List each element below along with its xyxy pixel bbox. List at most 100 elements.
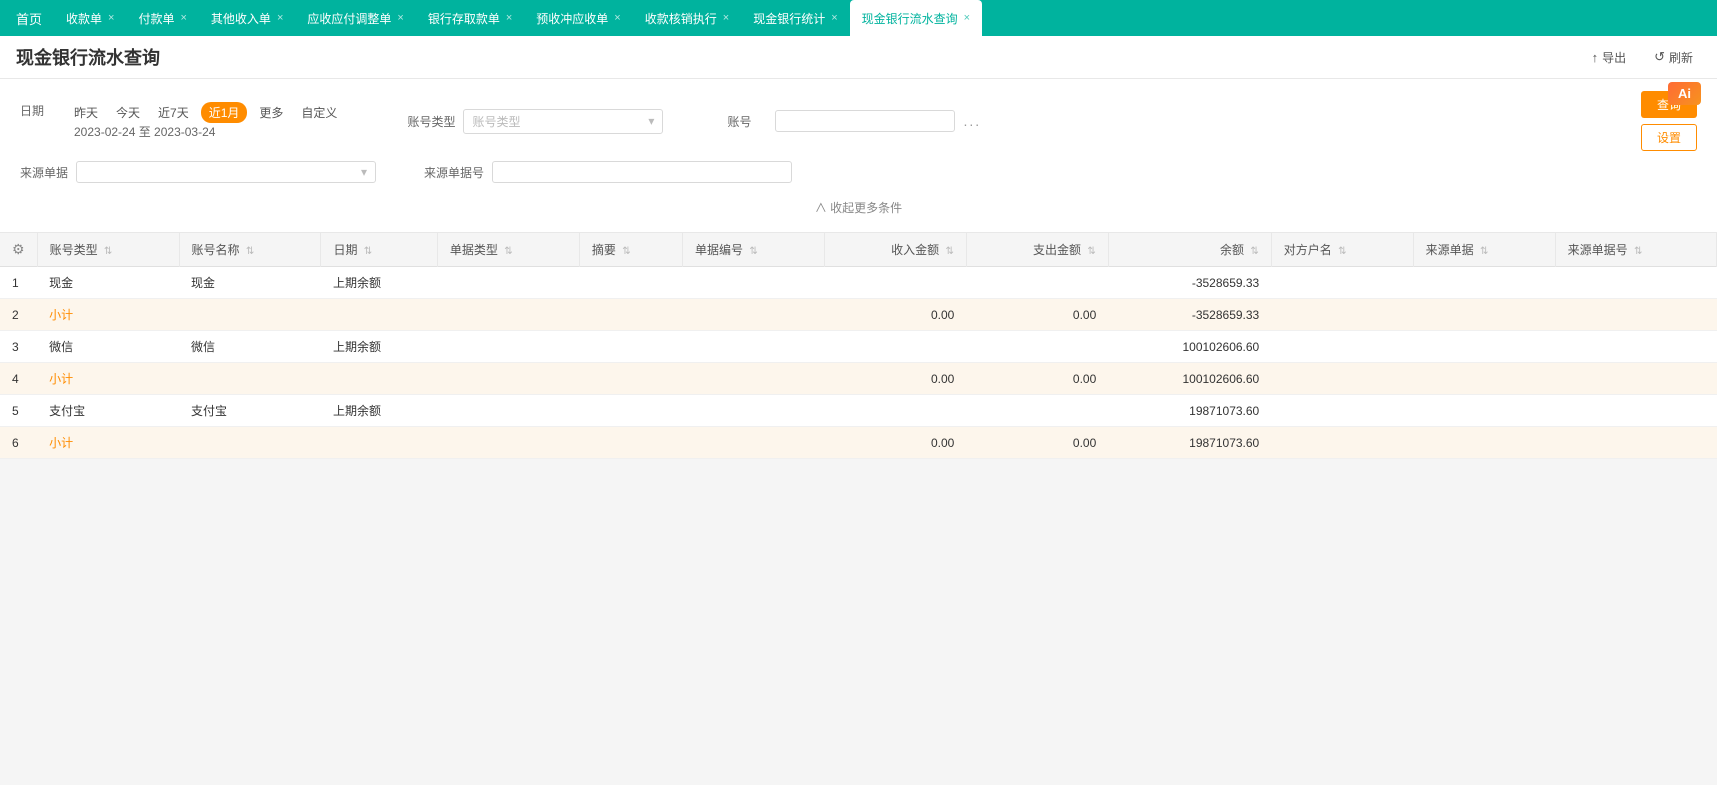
close-icon[interactable]: ×	[277, 12, 283, 24]
table-row: 3微信微信上期余额100102606.60	[0, 331, 1717, 363]
col-source-doc[interactable]: 来源单据 ⇅	[1413, 233, 1555, 267]
table-cell: 现金	[37, 267, 179, 299]
col-counterpart[interactable]: 对方户名 ⇅	[1271, 233, 1413, 267]
nav-item-receipt[interactable]: 收款单 ×	[54, 0, 126, 36]
source-doc-select[interactable]: ▾	[76, 161, 376, 183]
data-table: ⚙ 账号类型 ⇅ 账号名称 ⇅ 日期 ⇅ 单据类型 ⇅	[0, 233, 1717, 459]
col-account-name[interactable]: 账号名称 ⇅	[179, 233, 321, 267]
table-cell	[179, 299, 321, 331]
close-icon[interactable]: ×	[964, 12, 970, 24]
ellipsis-button[interactable]: ...	[963, 113, 981, 129]
account-group: 账号 ...	[727, 110, 981, 132]
nav-item-bank-deposit[interactable]: 银行存取款单 ×	[416, 0, 524, 36]
col-date[interactable]: 日期 ⇅	[321, 233, 437, 267]
table-cell	[1555, 395, 1716, 427]
close-icon[interactable]: ×	[831, 12, 837, 24]
table-cell	[579, 267, 682, 299]
date-options-group: 昨天 今天 近7天 近1月 更多 自定义 2023-02-24 至 2023-0…	[68, 102, 343, 140]
col-balance[interactable]: 余额 ⇅	[1108, 233, 1271, 267]
close-icon[interactable]: ×	[397, 12, 403, 24]
table-cell	[1271, 427, 1413, 459]
table-cell	[682, 299, 824, 331]
table-cell: 0.00	[966, 363, 1108, 395]
nav-item-home[interactable]: 首页	[4, 0, 54, 36]
nav-item-cash-bank-stat[interactable]: 现金银行统计 ×	[741, 0, 849, 36]
table-cell: -3528659.33	[1108, 267, 1271, 299]
table-row: 4小计0.000.00100102606.60	[0, 363, 1717, 395]
nav-item-ar-ap-adjust[interactable]: 应收应付调整单 ×	[295, 0, 415, 36]
table-cell: 6	[0, 427, 37, 459]
account-label: 账号	[727, 113, 767, 130]
table-cell	[1413, 363, 1555, 395]
nav-item-cash-flow-query[interactable]: 现金银行流水查询 ×	[850, 0, 982, 36]
table-cell	[1271, 331, 1413, 363]
date-label: 日期	[20, 102, 60, 119]
col-summary[interactable]: 摘要 ⇅	[579, 233, 682, 267]
date-opt-today[interactable]: 今天	[110, 102, 146, 123]
col-income[interactable]: 收入金额 ⇅	[824, 233, 966, 267]
table-cell: 100102606.60	[1108, 363, 1271, 395]
collapse-bar[interactable]: ∧ 收起更多条件	[20, 193, 1697, 220]
date-opt-1month[interactable]: 近1月	[201, 102, 248, 123]
table-cell	[1555, 331, 1716, 363]
nav-item-other-income[interactable]: 其他收入单 ×	[199, 0, 295, 36]
table-cell: 4	[0, 363, 37, 395]
source-doc-no-label: 来源单据号	[424, 164, 484, 181]
table-cell: 19871073.60	[1108, 427, 1271, 459]
settings-icon[interactable]: ⚙	[12, 241, 25, 257]
table-cell: 5	[0, 395, 37, 427]
filter-row-1: 日期 昨天 今天 近7天 近1月 更多 自定义 2023-02-24 至 202…	[20, 91, 1697, 151]
col-expense[interactable]: 支出金额 ⇅	[966, 233, 1108, 267]
table-cell: 上期余额	[321, 331, 437, 363]
table-cell	[321, 363, 437, 395]
table-cell	[579, 363, 682, 395]
account-type-select[interactable]: 账号类型 ▾	[463, 109, 663, 134]
table-cell	[579, 299, 682, 331]
date-opt-yesterday[interactable]: 昨天	[68, 102, 104, 123]
close-icon[interactable]: ×	[723, 12, 729, 24]
source-doc-label: 来源单据	[20, 164, 68, 181]
table-cell	[682, 267, 824, 299]
ai-badge[interactable]: Ai	[1668, 82, 1701, 105]
close-icon[interactable]: ×	[108, 12, 114, 24]
table-cell	[824, 331, 966, 363]
table-cell: 0.00	[824, 363, 966, 395]
date-opt-7days[interactable]: 近7天	[152, 102, 195, 123]
table-cell	[682, 395, 824, 427]
close-icon[interactable]: ×	[180, 12, 186, 24]
table-cell	[1413, 395, 1555, 427]
export-button[interactable]: ↑ 导出	[1584, 45, 1635, 70]
table-row: 1现金现金上期余额-3528659.33	[0, 267, 1717, 299]
table-cell	[682, 427, 824, 459]
table-cell	[1555, 427, 1716, 459]
table-header-row: ⚙ 账号类型 ⇅ 账号名称 ⇅ 日期 ⇅ 单据类型 ⇅	[0, 233, 1717, 267]
table-cell	[179, 363, 321, 395]
col-account-type[interactable]: 账号类型 ⇅	[37, 233, 179, 267]
account-input[interactable]	[775, 110, 955, 132]
table-cell: 小计	[37, 363, 179, 395]
nav-item-receipt-verify[interactable]: 收款核销执行 ×	[633, 0, 741, 36]
refresh-button[interactable]: ↺ 刷新	[1646, 45, 1701, 70]
table-row: 5支付宝支付宝上期余额19871073.60	[0, 395, 1717, 427]
filter-section: 日期 昨天 今天 近7天 近1月 更多 自定义 2023-02-24 至 202…	[0, 79, 1717, 233]
table-cell	[437, 267, 579, 299]
sort-icon: ⇅	[364, 246, 372, 257]
sort-icon: ⇅	[749, 246, 757, 257]
col-doc-type[interactable]: 单据类型 ⇅	[437, 233, 579, 267]
nav-item-prepay[interactable]: 预收冲应收单 ×	[524, 0, 632, 36]
table-cell: 微信	[179, 331, 321, 363]
sort-icon: ⇅	[1250, 246, 1258, 257]
source-doc-no-input[interactable]	[492, 161, 792, 183]
date-opt-more[interactable]: 更多	[253, 102, 289, 123]
nav-item-payment[interactable]: 付款单 ×	[126, 0, 198, 36]
date-opt-custom[interactable]: 自定义	[295, 102, 343, 123]
col-source-doc-no[interactable]: 来源单据号 ⇅	[1555, 233, 1716, 267]
close-icon[interactable]: ×	[614, 12, 620, 24]
close-icon[interactable]: ×	[506, 12, 512, 24]
col-settings: ⚙	[0, 233, 37, 267]
date-range-display: 2023-02-24 至 2023-03-24	[74, 123, 343, 140]
chevron-down-icon: ▾	[361, 165, 367, 179]
col-doc-no[interactable]: 单据编号 ⇅	[682, 233, 824, 267]
settings-button[interactable]: 设置	[1641, 124, 1697, 151]
table-cell: 上期余额	[321, 395, 437, 427]
